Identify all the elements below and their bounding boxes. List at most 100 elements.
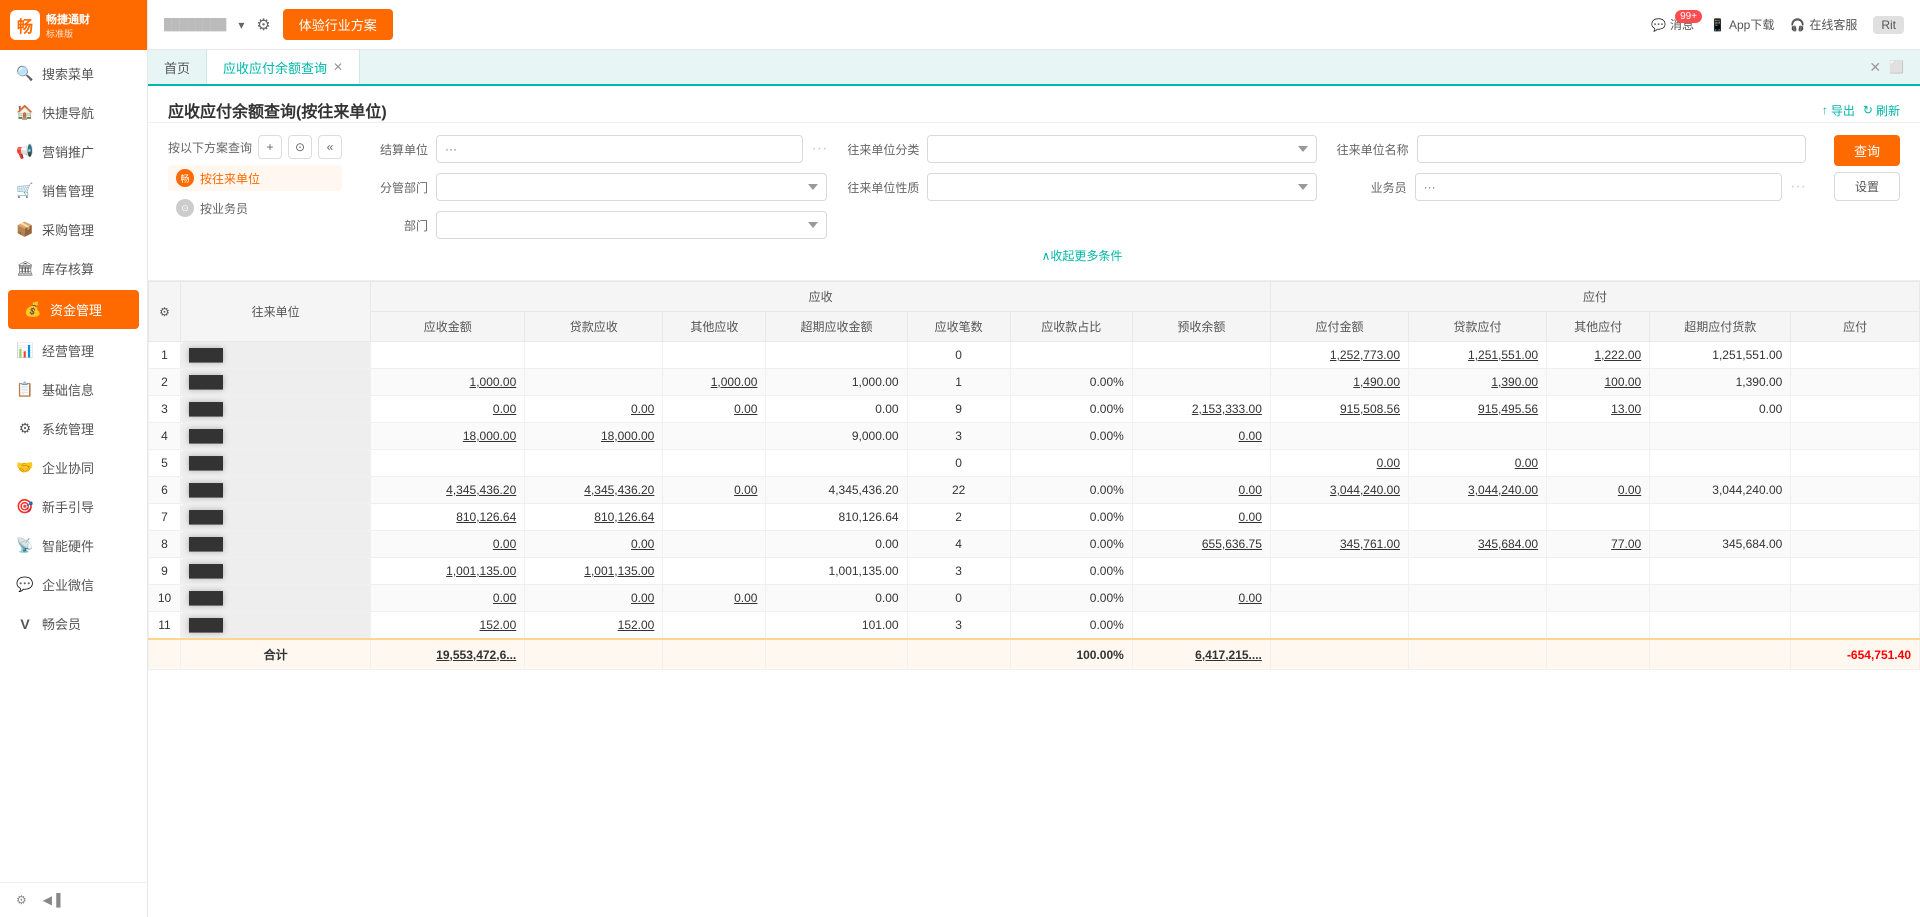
sidebar-item-basic[interactable]: 📋 基础信息 — [0, 370, 147, 409]
query-button[interactable]: 查询 — [1834, 135, 1900, 166]
cell-value[interactable] — [1270, 585, 1408, 612]
cell-value[interactable]: 915,508.56 — [1270, 396, 1408, 423]
sidebar-item-marketing[interactable]: 📢 营销推广 — [0, 132, 147, 171]
cell-value[interactable]: 1,252,773.00 — [1270, 342, 1408, 369]
message-button[interactable]: 💬 消息 99+ — [1651, 16, 1694, 33]
cell-value[interactable] — [1547, 558, 1650, 585]
cell-value[interactable]: 0.00 — [371, 585, 525, 612]
cell-value[interactable] — [371, 342, 525, 369]
cell-value[interactable] — [663, 504, 766, 531]
unit-name-input[interactable] — [1417, 135, 1806, 163]
cell-value[interactable]: 152.00 — [371, 612, 525, 640]
cell-value[interactable] — [663, 558, 766, 585]
cell-value[interactable] — [1409, 504, 1547, 531]
cell-value[interactable] — [1132, 450, 1270, 477]
cell-value[interactable]: 1,000.00 — [663, 369, 766, 396]
sidebar-item-vip[interactable]: V 畅会员 — [0, 604, 147, 643]
sidebar-item-inventory[interactable]: 🏛 库存核算 — [0, 249, 147, 288]
cell-value[interactable]: 810,126.64 — [525, 504, 663, 531]
cell-value[interactable]: 0.00 — [1132, 423, 1270, 450]
table-settings-icon[interactable]: ⚙ — [159, 305, 170, 319]
settlement-unit-input[interactable] — [436, 135, 803, 163]
cell-value[interactable] — [1409, 558, 1547, 585]
cell-value[interactable]: 0.00 — [663, 585, 766, 612]
online-service-button[interactable]: 🎧 在线客服 — [1790, 16, 1857, 33]
cell-value[interactable]: 77.00 — [1547, 531, 1650, 558]
cell-value[interactable] — [663, 450, 766, 477]
cell-value[interactable] — [371, 450, 525, 477]
sidebar-item-purchase[interactable]: 📦 采购管理 — [0, 210, 147, 249]
cell-value[interactable] — [1409, 612, 1547, 640]
cell-value[interactable]: 0.00 — [1132, 585, 1270, 612]
scheme-item-staff[interactable]: ⊙ 按业务员 — [168, 195, 342, 221]
sidebar-item-hardware[interactable]: 📡 智能硬件 — [0, 526, 147, 565]
cell-value[interactable]: 13.00 — [1547, 396, 1650, 423]
cell-value[interactable] — [1547, 423, 1650, 450]
cell-value[interactable] — [1132, 342, 1270, 369]
cell-value[interactable] — [1270, 558, 1408, 585]
settings-icon[interactable]: ⚙ — [256, 15, 270, 35]
more-conditions-button[interactable]: ∧ 收起更多条件 — [358, 243, 1806, 268]
cell-value[interactable] — [663, 531, 766, 558]
cell-value[interactable] — [663, 342, 766, 369]
scheme-item-unit[interactable]: 畅 按往来单位 — [168, 165, 342, 191]
solution-button[interactable]: 体验行业方案 — [283, 9, 393, 40]
app-download-button[interactable]: 📱 App下载 — [1710, 16, 1774, 33]
cell-value[interactable] — [1547, 585, 1650, 612]
cell-value[interactable] — [1270, 612, 1408, 640]
salesperson-dots[interactable]: ··· — [1790, 178, 1806, 196]
collapse-icon[interactable]: ◀▐ — [43, 893, 61, 907]
refresh-button[interactable]: ↻ 刷新 — [1863, 102, 1900, 119]
footer-recv-total[interactable]: 19,553,472,6... — [371, 639, 525, 670]
cell-value[interactable]: 810,126.64 — [371, 504, 525, 531]
cell-value[interactable] — [1132, 612, 1270, 640]
cell-value[interactable]: 152.00 — [525, 612, 663, 640]
export-button[interactable]: ↑ 导出 — [1822, 102, 1855, 119]
cell-value[interactable]: 0.00 — [1132, 477, 1270, 504]
settlement-unit-dots[interactable]: ··· — [811, 140, 827, 158]
cell-value[interactable]: 0.00 — [371, 531, 525, 558]
cell-value[interactable]: 18,000.00 — [525, 423, 663, 450]
salesperson-input[interactable] — [1415, 173, 1782, 201]
sidebar-item-quicknav[interactable]: 🏠 快捷导航 — [0, 93, 147, 132]
sidebar-item-operation[interactable]: 📊 经营管理 — [0, 331, 147, 370]
cell-value[interactable] — [1547, 612, 1650, 640]
dept-select[interactable] — [436, 211, 827, 239]
cell-value[interactable]: 345,684.00 — [1409, 531, 1547, 558]
sidebar-item-guide[interactable]: 🎯 新手引导 — [0, 487, 147, 526]
cell-value[interactable] — [1270, 423, 1408, 450]
cell-value[interactable]: 0.00 — [1409, 450, 1547, 477]
sidebar-item-sales[interactable]: 🛒 销售管理 — [0, 171, 147, 210]
cell-value[interactable] — [1547, 504, 1650, 531]
tab-close-icon[interactable]: ✕ — [333, 60, 343, 74]
cell-value[interactable] — [525, 450, 663, 477]
collapse-scheme-button[interactable]: « — [318, 135, 342, 159]
cell-value[interactable]: 0.00 — [663, 477, 766, 504]
cell-value[interactable] — [1270, 504, 1408, 531]
cell-value[interactable]: 1,001,135.00 — [371, 558, 525, 585]
dropdown-arrow-icon[interactable]: ▾ — [238, 18, 244, 32]
cell-value[interactable]: 0.00 — [525, 585, 663, 612]
sidebar-item-enterprise[interactable]: 🤝 企业协同 — [0, 448, 147, 487]
footer-recv-advance[interactable]: 6,417,215.... — [1132, 639, 1270, 670]
cell-value[interactable]: 4,345,436.20 — [525, 477, 663, 504]
cell-value[interactable]: 4,345,436.20 — [371, 477, 525, 504]
cell-value[interactable] — [525, 342, 663, 369]
cell-value[interactable]: 0.00 — [525, 531, 663, 558]
window-expand-icon[interactable]: ⬜ — [1889, 60, 1904, 74]
cell-value[interactable]: 18,000.00 — [371, 423, 525, 450]
settings-footer-icon[interactable]: ⚙ — [16, 893, 27, 907]
cell-value[interactable]: 915,495.56 — [1409, 396, 1547, 423]
unit-nature-select[interactable] — [927, 173, 1316, 201]
sidebar-item-wechat[interactable]: 💬 企业微信 — [0, 565, 147, 604]
cell-value[interactable] — [1132, 369, 1270, 396]
edit-scheme-button[interactable]: ⊙ — [288, 135, 312, 159]
cell-value[interactable]: 1,000.00 — [371, 369, 525, 396]
setting-button[interactable]: 设置 — [1834, 172, 1900, 201]
cell-value[interactable] — [1409, 423, 1547, 450]
cell-value[interactable]: 655,636.75 — [1132, 531, 1270, 558]
cell-value[interactable]: 0.00 — [1547, 477, 1650, 504]
unit-category-select[interactable] — [927, 135, 1316, 163]
cell-value[interactable] — [663, 612, 766, 640]
cell-value[interactable] — [1132, 558, 1270, 585]
